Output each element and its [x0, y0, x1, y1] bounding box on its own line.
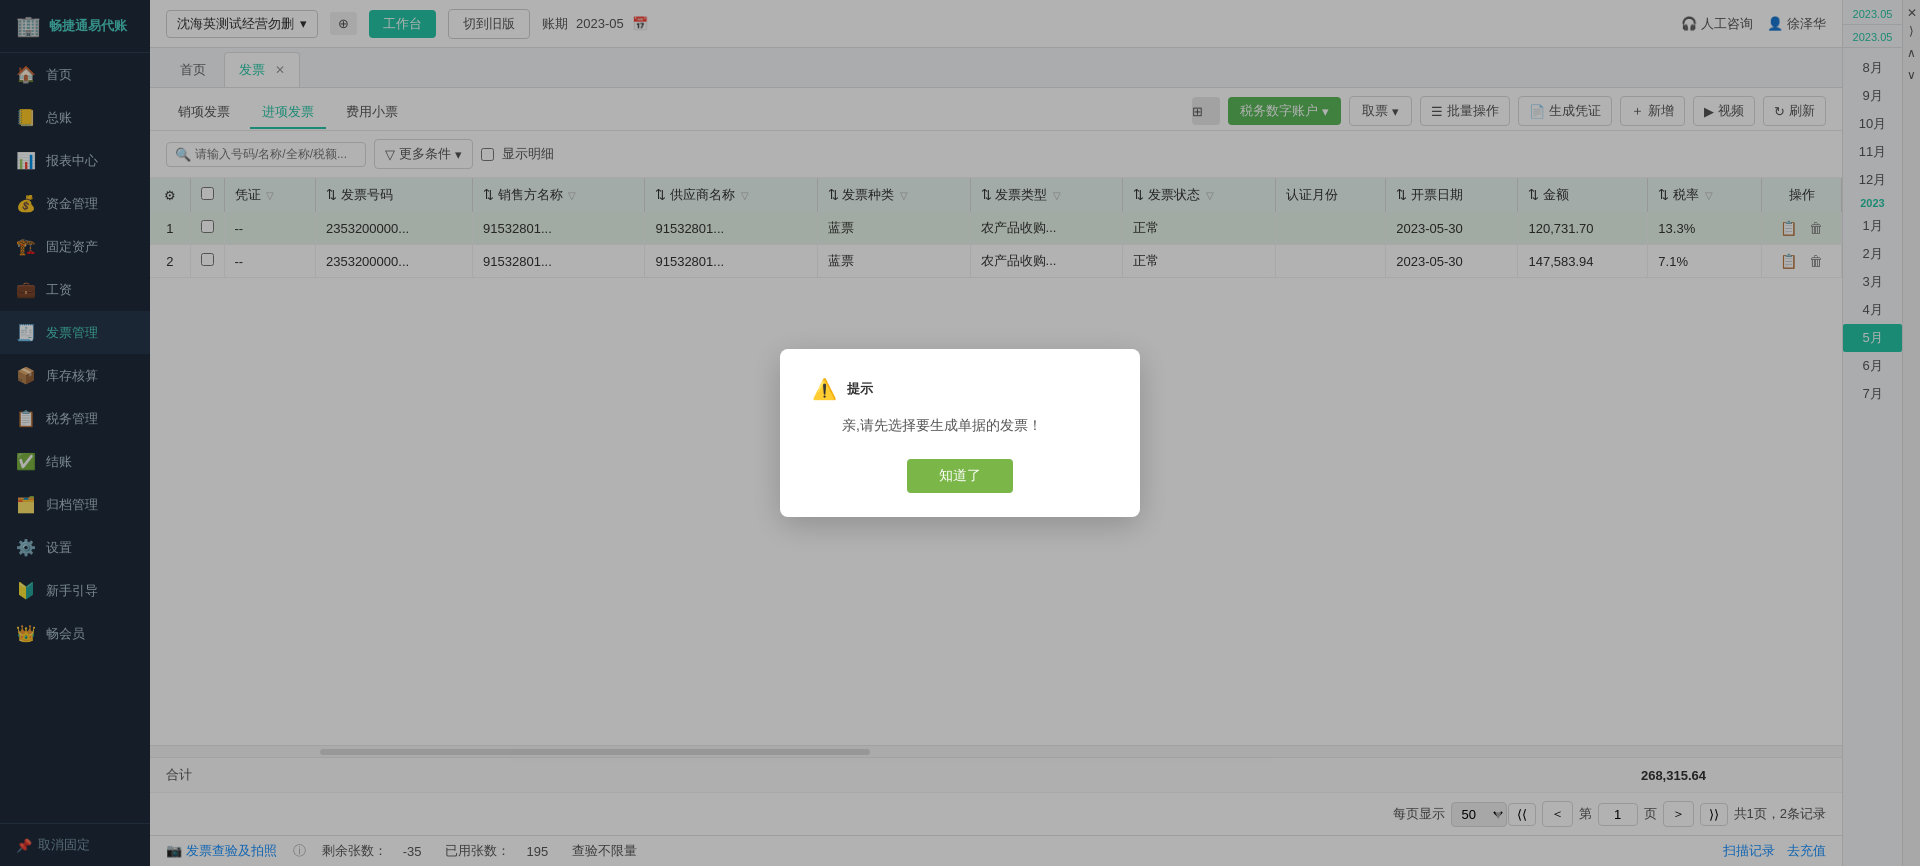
- modal-overlay: ⚠️ 提示 亲,请先选择要生成单据的发票！ 知道了: [0, 0, 1920, 866]
- dialog-title: ⚠️ 提示: [812, 377, 1108, 401]
- dialog-footer: 知道了: [812, 459, 1108, 493]
- dialog-message: 亲,请先选择要生成单据的发票！: [812, 417, 1108, 435]
- dialog: ⚠️ 提示 亲,请先选择要生成单据的发票！ 知道了: [780, 349, 1140, 517]
- dialog-title-text: 提示: [847, 380, 873, 398]
- warning-icon: ⚠️: [812, 377, 837, 401]
- dialog-ok-button[interactable]: 知道了: [907, 459, 1013, 493]
